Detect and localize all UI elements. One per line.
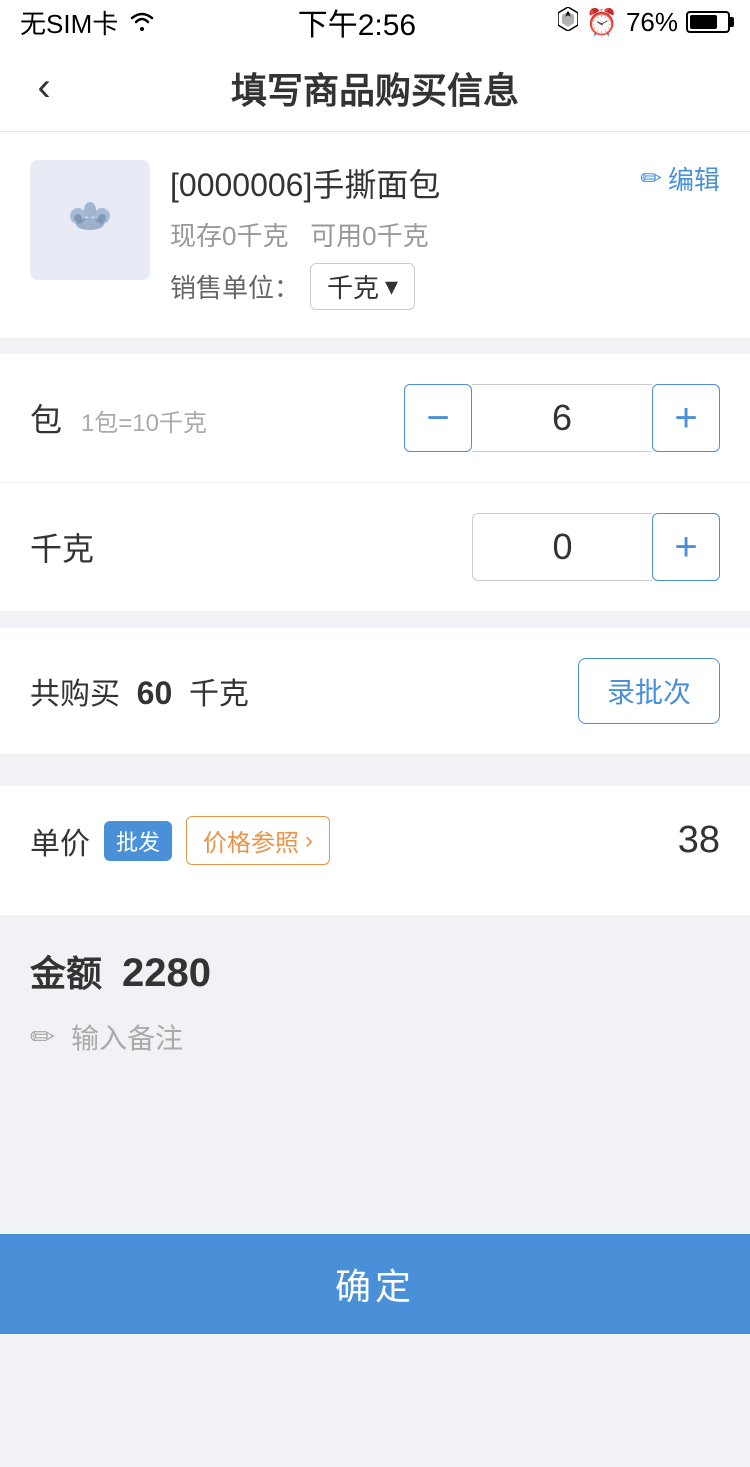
bao-quantity-input[interactable] xyxy=(472,384,652,452)
stock-label: 现存0千克 xyxy=(170,221,288,251)
price-label: 单价 xyxy=(30,819,90,863)
dropdown-icon: ▾ xyxy=(385,271,398,302)
price-row: 单价 批发 价格参照 › 38 xyxy=(30,816,720,865)
page-title: 填写商品购买信息 xyxy=(231,62,519,114)
confirm-button[interactable]: 确定 xyxy=(0,1234,750,1334)
bao-increment-button[interactable]: + xyxy=(652,384,720,452)
kg-quantity-input[interactable] xyxy=(472,513,652,581)
unit-selector[interactable]: 千克 ▾ xyxy=(310,263,415,310)
product-unit-row: 销售单位： 千克 ▾ xyxy=(170,263,620,310)
nav-bar: ‹ 填写商品购买信息 xyxy=(0,44,750,132)
product-name: [0000006]手撕面包 xyxy=(170,160,620,206)
kg-label: 千克 xyxy=(30,524,472,570)
battery-label: 76% xyxy=(626,7,678,38)
product-card-right: ✏ 编辑 xyxy=(640,160,720,197)
bao-label: 包 1包=10千克 xyxy=(30,395,404,441)
status-left: 无SIM卡 xyxy=(20,4,156,41)
product-thumbnail xyxy=(30,160,150,280)
battery-icon xyxy=(686,11,730,33)
pencil-icon: ✏ xyxy=(30,1020,55,1055)
confirm-label: 确定 xyxy=(335,1258,415,1310)
kg-quantity-row: 千克 + xyxy=(0,483,750,612)
quantity-section: 包 1包=10千克 − + 千克 + xyxy=(0,354,750,612)
note-placeholder: 输入备注 xyxy=(71,1017,183,1057)
batch-button[interactable]: 录批次 xyxy=(578,658,720,724)
bao-quantity-row: 包 1包=10千克 − + xyxy=(0,354,750,483)
price-tag: 批发 xyxy=(104,821,172,861)
note-row[interactable]: ✏ 输入备注 xyxy=(30,1017,720,1057)
product-stock: 现存0千克 可用0千克 xyxy=(170,216,620,253)
product-info: [0000006]手撕面包 现存0千克 可用0千克 销售单位： 千克 ▾ xyxy=(170,160,620,310)
wifi-icon xyxy=(128,7,156,38)
kg-increment-button[interactable]: + xyxy=(652,513,720,581)
edit-icon: ✏ xyxy=(640,163,662,194)
price-section: 单价 批发 价格参照 › 38 xyxy=(0,770,750,915)
alarm-icon: ⏰ xyxy=(586,7,618,38)
ref-arrow-icon: › xyxy=(305,827,313,855)
status-bar: 无SIM卡 下午2:56 ⏰ 76% xyxy=(0,0,750,44)
amount-row: 金额 2280 xyxy=(30,945,720,997)
edit-button[interactable]: ✏ 编辑 xyxy=(640,160,720,197)
product-card: [0000006]手撕面包 现存0千克 可用0千克 销售单位： 千克 ▾ ✏ 编… xyxy=(0,132,750,338)
carrier-label: 无SIM卡 xyxy=(20,4,118,41)
bao-hint: 1包=10千克 xyxy=(81,410,207,437)
back-button[interactable]: ‹ xyxy=(0,44,88,132)
price-ref-button[interactable]: 价格参照 › xyxy=(186,816,330,865)
available-label: 可用0千克 xyxy=(310,221,428,251)
total-text: 共购买 60 千克 xyxy=(30,669,578,713)
location-icon xyxy=(558,7,578,38)
bao-decrement-button[interactable]: − xyxy=(404,384,472,452)
amount-section: 金额 2280 ✏ 输入备注 xyxy=(0,915,750,1087)
price-value: 38 xyxy=(678,819,720,862)
status-right: ⏰ 76% xyxy=(558,7,730,38)
bao-controls: − + xyxy=(404,384,720,452)
amount-value: 2280 xyxy=(122,951,211,995)
edit-label: 编辑 xyxy=(668,160,720,197)
status-time: 下午2:56 xyxy=(298,0,416,44)
kg-controls: + xyxy=(472,513,720,581)
total-row: 共购买 60 千克 录批次 xyxy=(0,628,750,754)
unit-prefix: 销售单位： xyxy=(170,268,300,305)
back-icon: ‹ xyxy=(37,65,50,110)
